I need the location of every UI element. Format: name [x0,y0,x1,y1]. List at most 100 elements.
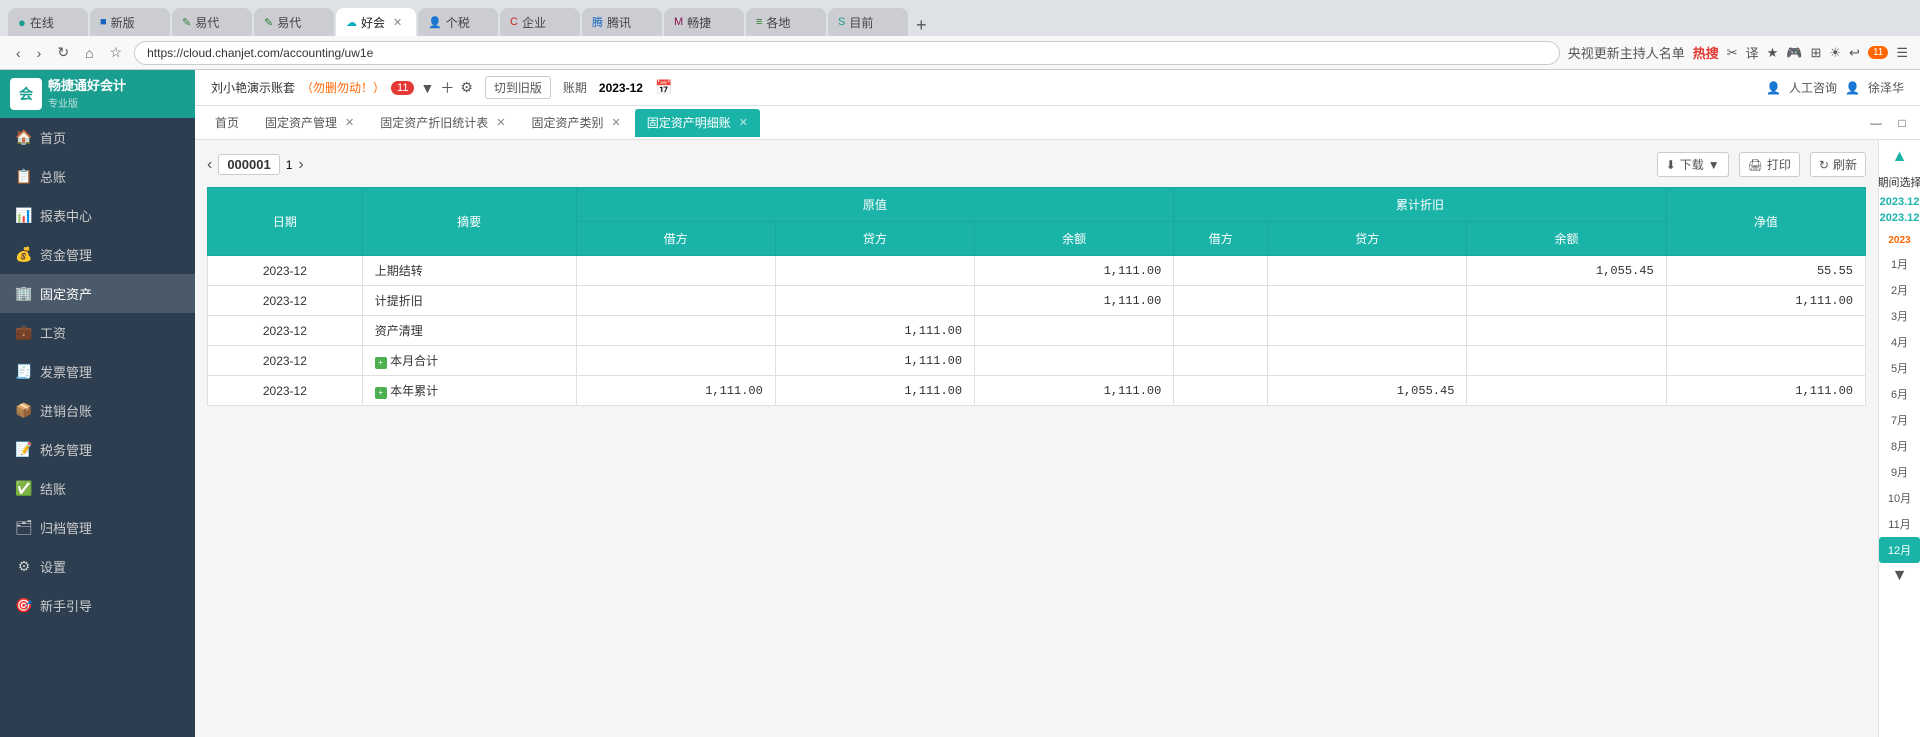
tab-label: 易代 [195,14,219,31]
month-item-12[interactable]: 12月 [1879,537,1920,563]
sidebar-item-funds[interactable]: 💰 资金管理 [0,235,195,274]
row4-orig-balance: 1,111.00 [975,376,1174,406]
settings-small-icon[interactable]: ⚙ [460,79,473,96]
month-item-10[interactable]: 10月 [1879,485,1920,511]
tab-asset-detail[interactable]: 固定资产明细账 ✕ [635,109,760,137]
download-dropdown-icon: ▼ [1708,158,1720,172]
close-tab-icon[interactable]: ✕ [393,16,402,29]
month-item-8[interactable]: 8月 [1879,433,1920,459]
close-tab-depreciation-icon[interactable]: ✕ [496,116,505,129]
scroll-up-button[interactable]: ▲ [1888,144,1912,170]
sidebar-item-closing[interactable]: ✅ 结账 [0,469,195,508]
row3-accum-credit [1268,346,1467,376]
browser-tab-current[interactable]: S 目前 [828,8,908,36]
refresh-button[interactable]: ↻ 刷新 [1810,152,1866,177]
month-item-7[interactable]: 7月 [1879,407,1920,433]
month-item-1[interactable]: 1月 [1879,251,1920,277]
user-avatar[interactable]: 👤 [1845,81,1860,95]
month-item-2[interactable]: 2月 [1879,277,1920,303]
download-button[interactable]: ⬇ 下载 ▼ [1657,152,1729,177]
sidebar-item-guide[interactable]: 🎯 新手引导 [0,586,195,625]
sidebar-item-reports[interactable]: 📊 报表中心 [0,196,195,235]
add-icon[interactable]: ＋ [440,78,454,98]
sidebar-item-home[interactable]: 🏠 首页 [0,118,195,157]
th-summary: 摘要 [362,188,576,256]
maximize-tab-icon[interactable]: □ [1892,113,1912,133]
th-original-value: 原值 [576,188,1174,222]
row3-net-value [1666,346,1865,376]
browser-tab-active[interactable]: ☁ 好会 ✕ [336,8,416,36]
account-reminder: （勿删勿动！） [301,79,385,96]
scissors-icon: ✂ [1727,45,1738,61]
dropdown-icon[interactable]: ▼ [420,80,434,96]
sidebar-item-settings[interactable]: ⚙ 设置 [0,547,195,586]
row2-date: 2023-12 [208,316,363,346]
tab-home[interactable]: 首页 [203,109,251,137]
browser-tab-tencent[interactable]: 腾 腾讯 [582,8,662,36]
scroll-down-button[interactable]: ▼ [1888,563,1912,589]
browser-tab-yidai2[interactable]: ✎ 易代 [254,8,334,36]
row1-orig-credit [775,286,974,316]
row2-net-value [1666,316,1865,346]
next-page-button[interactable]: › [298,156,303,174]
browser-tab-corp[interactable]: C 企业 [500,8,580,36]
row1-summary: 计提折旧 [362,286,576,316]
tab-label: 新版 [111,14,135,31]
refresh-label: 刷新 [1833,156,1857,173]
sidebar-item-archive[interactable]: 🗂 归档管理 [0,508,195,547]
ledger-code: 000001 [218,154,279,175]
sidebar-item-general-ledger-label: 总账 [40,167,66,186]
consult-icon[interactable]: 👤 [1766,81,1781,95]
row3-date: 2023-12 [208,346,363,376]
back-button[interactable]: ‹ [12,43,25,63]
browser-tab-each[interactable]: ≡ 各地 [746,8,826,36]
browser-tab-new[interactable]: ■ 新版 [90,8,170,36]
sidebar-item-invoice[interactable]: 🧾 发票管理 [0,352,195,391]
th-orig-debit: 借方 [576,222,775,256]
sidebar-item-payroll[interactable]: 💼 工资 [0,313,195,352]
home-button[interactable]: ⌂ [81,43,97,63]
tab-bar: ● 在线 ■ 新版 ✎ 易代 ✎ 易代 ☁ 好会 ✕ 👤 个税 C 企业 腾 [0,0,1920,36]
month-item-9[interactable]: 9月 [1879,459,1920,485]
month-item-4[interactable]: 4月 [1879,329,1920,355]
browser-tab-tax[interactable]: 👤 个税 [418,8,498,36]
refresh-button[interactable]: ↻ [53,42,73,63]
row1-orig-debit [576,286,775,316]
browser-tab-yidai1[interactable]: ✎ 易代 [172,8,252,36]
row1-accum-balance [1467,286,1666,316]
sidebar-item-inventory[interactable]: 📦 进销台账 [0,391,195,430]
tab-fixed-assets-mgmt[interactable]: 固定资产管理 ✕ [253,109,366,137]
hot-search-label[interactable]: 热搜 [1693,43,1719,62]
close-tab-detail-icon[interactable]: ✕ [739,116,748,129]
month-item-3[interactable]: 3月 [1879,303,1920,329]
sidebar-item-general-ledger[interactable]: 📋 总账 [0,157,195,196]
row0-net-value: 55.55 [1666,256,1865,286]
forward-button[interactable]: › [33,43,46,63]
month-item-6[interactable]: 6月 [1879,381,1920,407]
month-item-11[interactable]: 11月 [1879,511,1920,537]
print-button[interactable]: 🖨 打印 [1739,152,1800,177]
tab-depreciation-table[interactable]: 固定资产折旧统计表 ✕ [368,109,517,137]
tab-asset-category[interactable]: 固定资产类别 ✕ [519,109,632,137]
menu-icon[interactable]: ☰ [1896,45,1908,61]
sidebar-item-guide-label: 新手引导 [40,596,92,615]
bookmark-button[interactable]: ☆ [106,42,127,63]
address-input[interactable] [134,41,1560,65]
sidebar-item-fixed-assets[interactable]: 🏢 固定资产 [0,274,195,313]
game-icon: 🎮 [1786,45,1802,61]
month-item-5[interactable]: 5月 [1879,355,1920,381]
sidebar-item-tax[interactable]: 📝 税务管理 [0,430,195,469]
calendar-icon[interactable]: 📅 [655,79,672,96]
switch-version-button[interactable]: 切到旧版 [485,76,551,99]
close-tab-fixed-assets-mgmt-icon[interactable]: ✕ [345,116,354,129]
minimize-tab-icon[interactable]: — [1866,113,1886,133]
row1-accum-credit [1268,286,1467,316]
new-tab-button[interactable]: + [910,15,933,36]
prev-page-button[interactable]: ‹ [207,156,212,174]
consult-label[interactable]: 人工咨询 [1789,79,1837,96]
tab-label: 各地 [766,14,790,31]
sidebar-logo: 会 [10,78,42,110]
browser-tab-changjie[interactable]: M 畅捷 [664,8,744,36]
close-tab-category-icon[interactable]: ✕ [612,116,621,129]
browser-tab-online[interactable]: ● 在线 [8,8,88,36]
